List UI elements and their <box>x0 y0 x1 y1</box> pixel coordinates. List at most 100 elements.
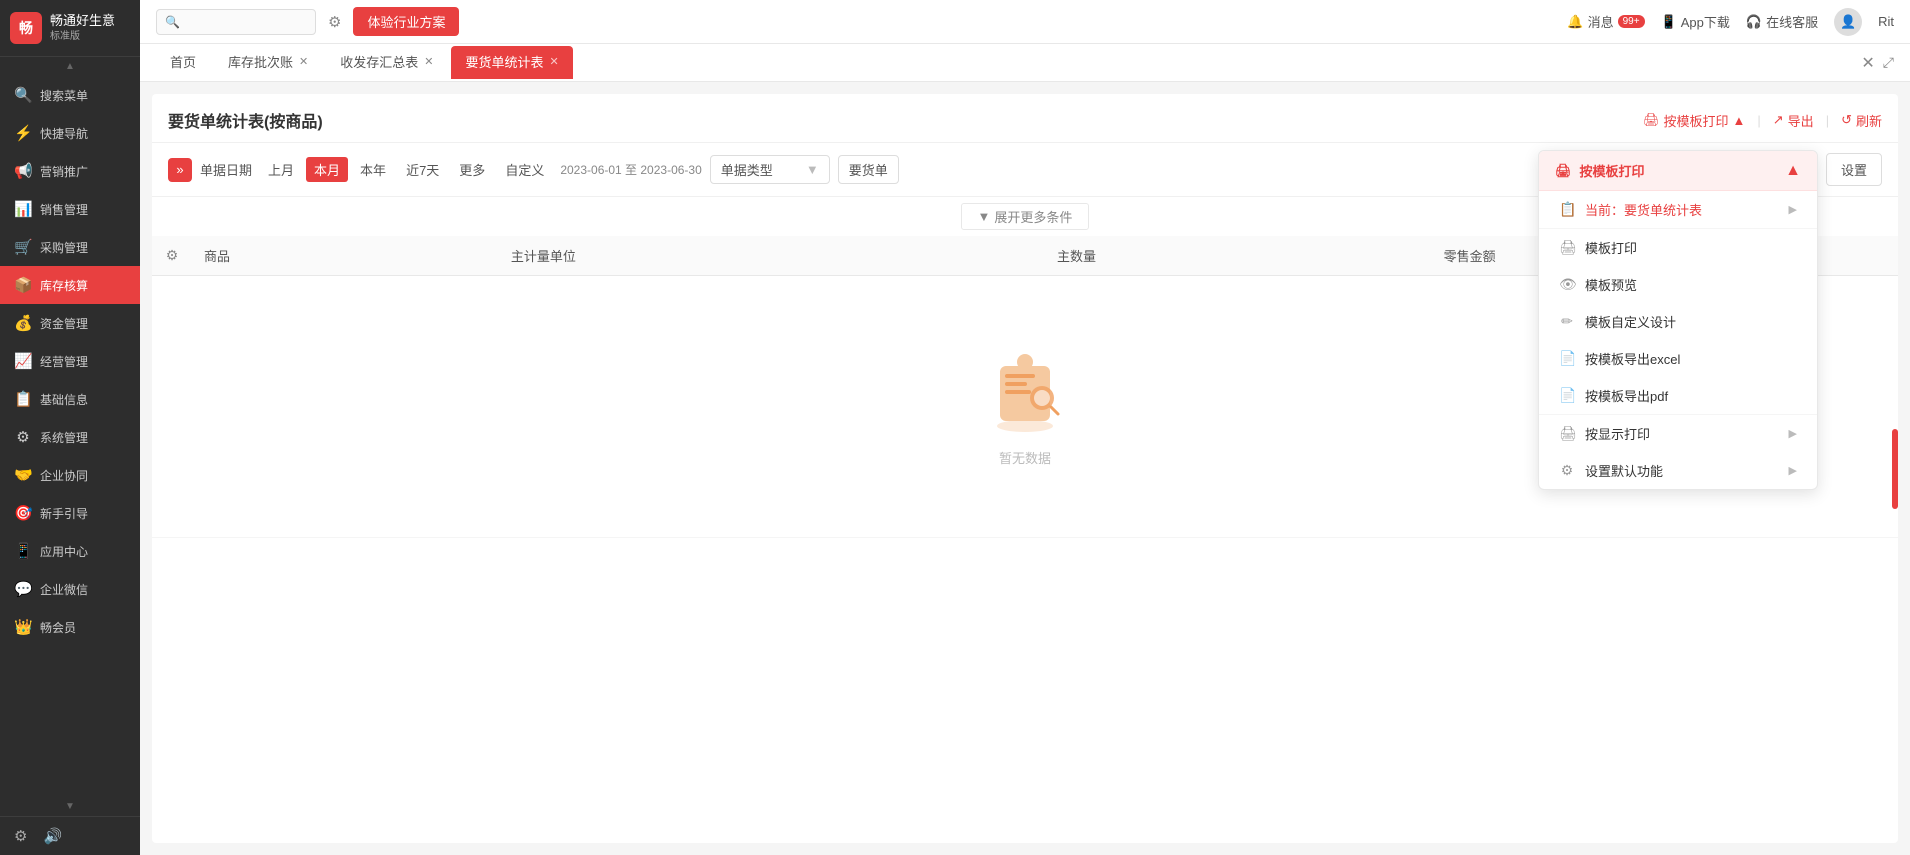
print-dropdown-template-print[interactable]: 🖨 模板打印 <box>1539 229 1817 266</box>
messages-button[interactable]: 🔔 消息 99+ <box>1567 12 1644 31</box>
print-dropdown-export-excel[interactable]: 📄 按模板导出excel <box>1539 340 1817 377</box>
refresh-button[interactable]: ↺ 刷新 <box>1841 111 1882 130</box>
sidebar-item-newcomer[interactable]: 🎯 新手引导 <box>0 494 140 532</box>
print-button[interactable]: 🖨 按模板打印 ▲ <box>1643 111 1745 130</box>
template-preview-icon: 👁 <box>1559 276 1575 293</box>
gear-icon[interactable]: ⚙ <box>166 247 179 263</box>
tab-close-order-summary[interactable]: ✕ <box>550 55 559 68</box>
sidebar-item-sales[interactable]: 📊 销售管理 <box>0 190 140 228</box>
main-content: 🔍 ⚙ 体验行业方案 🔔 消息 99+ 📱 App下载 🎧 在线客服 👤 Rit <box>140 0 1910 855</box>
sidebar-item-finance[interactable]: 💰 资金管理 <box>0 304 140 342</box>
sidebar-item-member[interactable]: 👑 畅会员 <box>0 608 140 646</box>
current-icon: 📋 <box>1559 201 1575 218</box>
close-all-tabs-button[interactable]: ✕ <box>1861 53 1874 73</box>
print-dropdown-close-button[interactable]: ▲ <box>1785 162 1801 180</box>
date-btn-prev-month[interactable]: 上月 <box>260 157 302 182</box>
sidebar: 畅 畅通好生意 标准版 ▲ 🔍 搜索菜单 ⚡ 快捷导航 📢 营销推广 📊 销售管… <box>0 0 140 855</box>
sidebar-item-purchase[interactable]: 🛒 采购管理 <box>0 228 140 266</box>
tabs-bar: 首页 库存批次账 ✕ 收发存汇总表 ✕ 要货单统计表 ✕ ✕ ⤢ <box>140 44 1910 82</box>
export-button[interactable]: ↗ 导出 <box>1773 111 1814 130</box>
empty-icon <box>980 346 1070 436</box>
action-separator: | <box>1757 113 1760 128</box>
logo-text: 畅通好生意 标准版 <box>50 13 115 43</box>
member-icon: 👑 <box>14 618 32 636</box>
print-dropdown: 🖨 按模板打印 ▲ 📋 当前：要货单统计表 ▶ 🖨 模板打印 <box>1538 150 1818 490</box>
print-dropdown-template-design[interactable]: ✏ 模板自定义设计 <box>1539 303 1817 340</box>
empty-text: 暂无数据 <box>999 448 1051 467</box>
page-actions: 🖨 按模板打印 ▲ | ↗ 导出 | ↺ 刷新 <box>1643 111 1882 130</box>
newcomer-icon: 🎯 <box>14 504 32 522</box>
tab-order-summary[interactable]: 要货单统计表 ✕ <box>451 46 572 79</box>
date-btn-more[interactable]: 更多 <box>451 157 493 182</box>
set-default-icon: ⚙ <box>1559 462 1575 479</box>
sidebar-item-operations[interactable]: 📈 经营管理 <box>0 342 140 380</box>
expand-tabs-button[interactable]: ⤢ <box>1883 54 1894 71</box>
app-logo: 畅 畅通好生意 标准版 <box>0 0 140 57</box>
print-dropdown-display-print[interactable]: 🖨 按显示打印 ▶ <box>1539 415 1817 452</box>
tab-close-collection-summary[interactable]: ✕ <box>424 55 433 68</box>
date-btn-this-month[interactable]: 本月 <box>306 157 348 182</box>
table-header-qty: 主数量 <box>1045 236 1432 276</box>
tab-home[interactable]: 首页 <box>156 46 210 79</box>
page-card: 要货单统计表(按商品) 🖨 按模板打印 ▲ | ↗ 导出 | ↺ <box>152 94 1898 843</box>
page-header: 要货单统计表(按商品) 🖨 按模板打印 ▲ | ↗ 导出 | ↺ <box>152 94 1898 143</box>
topbar-search[interactable]: 🔍 <box>156 9 316 35</box>
print-dropdown-set-default[interactable]: ⚙ 设置默认功能 ▶ <box>1539 452 1817 489</box>
date-range-display: 2023-06-01 至 2023-06-30 <box>560 161 701 178</box>
sidebar-scroll-down[interactable]: ▼ <box>0 797 140 816</box>
sidebar-bottom: ⚙ 🔊 <box>0 816 140 855</box>
mobile-icon: 📱 <box>1661 14 1677 30</box>
marketing-icon: 📢 <box>14 162 32 180</box>
action-separator-2: | <box>1826 113 1829 128</box>
print-icon: 🖨 <box>1643 112 1660 128</box>
expand-more-button[interactable]: ▼ 展开更多条件 <box>961 203 1090 230</box>
tab-collection-summary[interactable]: 收发存汇总表 ✕ <box>326 46 447 79</box>
filter-expand-button[interactable]: » <box>168 158 192 182</box>
tab-close-inventory-batch[interactable]: ✕ <box>299 55 308 68</box>
sidebar-item-app-center[interactable]: 📱 应用中心 <box>0 532 140 570</box>
user-avatar[interactable]: 👤 <box>1834 8 1862 36</box>
trial-button[interactable]: 体验行业方案 <box>353 7 459 36</box>
print-dropdown-export-pdf[interactable]: 📄 按模板导出pdf <box>1539 377 1817 414</box>
dropdown-arrow: ▼ <box>806 162 819 177</box>
gear-icon[interactable]: ⚙ <box>328 13 341 31</box>
page-area: 要货单统计表(按商品) 🖨 按模板打印 ▲ | ↗ 导出 | ↺ <box>140 82 1910 855</box>
doc-type-dropdown[interactable]: 单据类型 ▼ <box>710 155 830 184</box>
print-header-icon: 🖨 <box>1555 163 1572 179</box>
settings-icon[interactable]: ⚙ <box>14 827 27 845</box>
user-name[interactable]: Rit <box>1878 14 1894 29</box>
sidebar-item-quick-nav[interactable]: ⚡ 快捷导航 <box>0 114 140 152</box>
date-btn-this-year[interactable]: 本年 <box>352 157 394 182</box>
chevron-right-icon: ▶ <box>1789 203 1797 216</box>
sidebar-item-system[interactable]: ⚙ 系统管理 <box>0 418 140 456</box>
sidebar-item-basic-info[interactable]: 📋 基础信息 <box>0 380 140 418</box>
app-download-button[interactable]: 📱 App下载 <box>1661 12 1730 31</box>
print-dropdown-current[interactable]: 📋 当前：要货单统计表 ▶ <box>1539 191 1817 228</box>
operations-icon: 📈 <box>14 352 32 370</box>
date-btn-7days[interactable]: 近7天 <box>398 157 447 182</box>
chevron-right-icon-3: ▶ <box>1789 464 1797 477</box>
speaker-icon[interactable]: 🔊 <box>43 827 62 845</box>
export-excel-icon: 📄 <box>1559 350 1575 367</box>
print-dropdown-template-preview[interactable]: 👁 模板预览 <box>1539 266 1817 303</box>
sidebar-item-search-menu[interactable]: 🔍 搜索菜单 <box>0 76 140 114</box>
tab-inventory-batch[interactable]: 库存批次账 ✕ <box>214 46 322 79</box>
settings-button[interactable]: 设置 <box>1826 153 1882 186</box>
online-service-button[interactable]: 🎧 在线客服 <box>1746 12 1818 31</box>
order-type-input[interactable]: 要货单 <box>838 155 899 184</box>
sidebar-item-inventory[interactable]: 📦 库存核算 <box>0 266 140 304</box>
sidebar-item-enterprise[interactable]: 🤝 企业协同 <box>0 456 140 494</box>
sidebar-scroll-up[interactable]: ▲ <box>0 57 140 76</box>
finance-icon: 💰 <box>14 314 32 332</box>
date-btn-custom[interactable]: 自定义 <box>497 157 552 182</box>
double-arrow-icon: » <box>176 162 183 177</box>
sidebar-item-enterprise-wechat[interactable]: 💬 企业微信 <box>0 570 140 608</box>
expand-more-arrow: ▼ <box>978 209 991 224</box>
template-design-icon: ✏ <box>1559 313 1575 330</box>
right-scroll-indicator[interactable] <box>1892 429 1898 509</box>
topbar-right: 🔔 消息 99+ 📱 App下载 🎧 在线客服 👤 Rit <box>1567 8 1894 36</box>
table-header-gear[interactable]: ⚙ <box>152 236 192 276</box>
sidebar-item-marketing[interactable]: 📢 营销推广 <box>0 152 140 190</box>
basic-info-icon: 📋 <box>14 390 32 408</box>
search-menu-icon: 🔍 <box>14 86 32 104</box>
